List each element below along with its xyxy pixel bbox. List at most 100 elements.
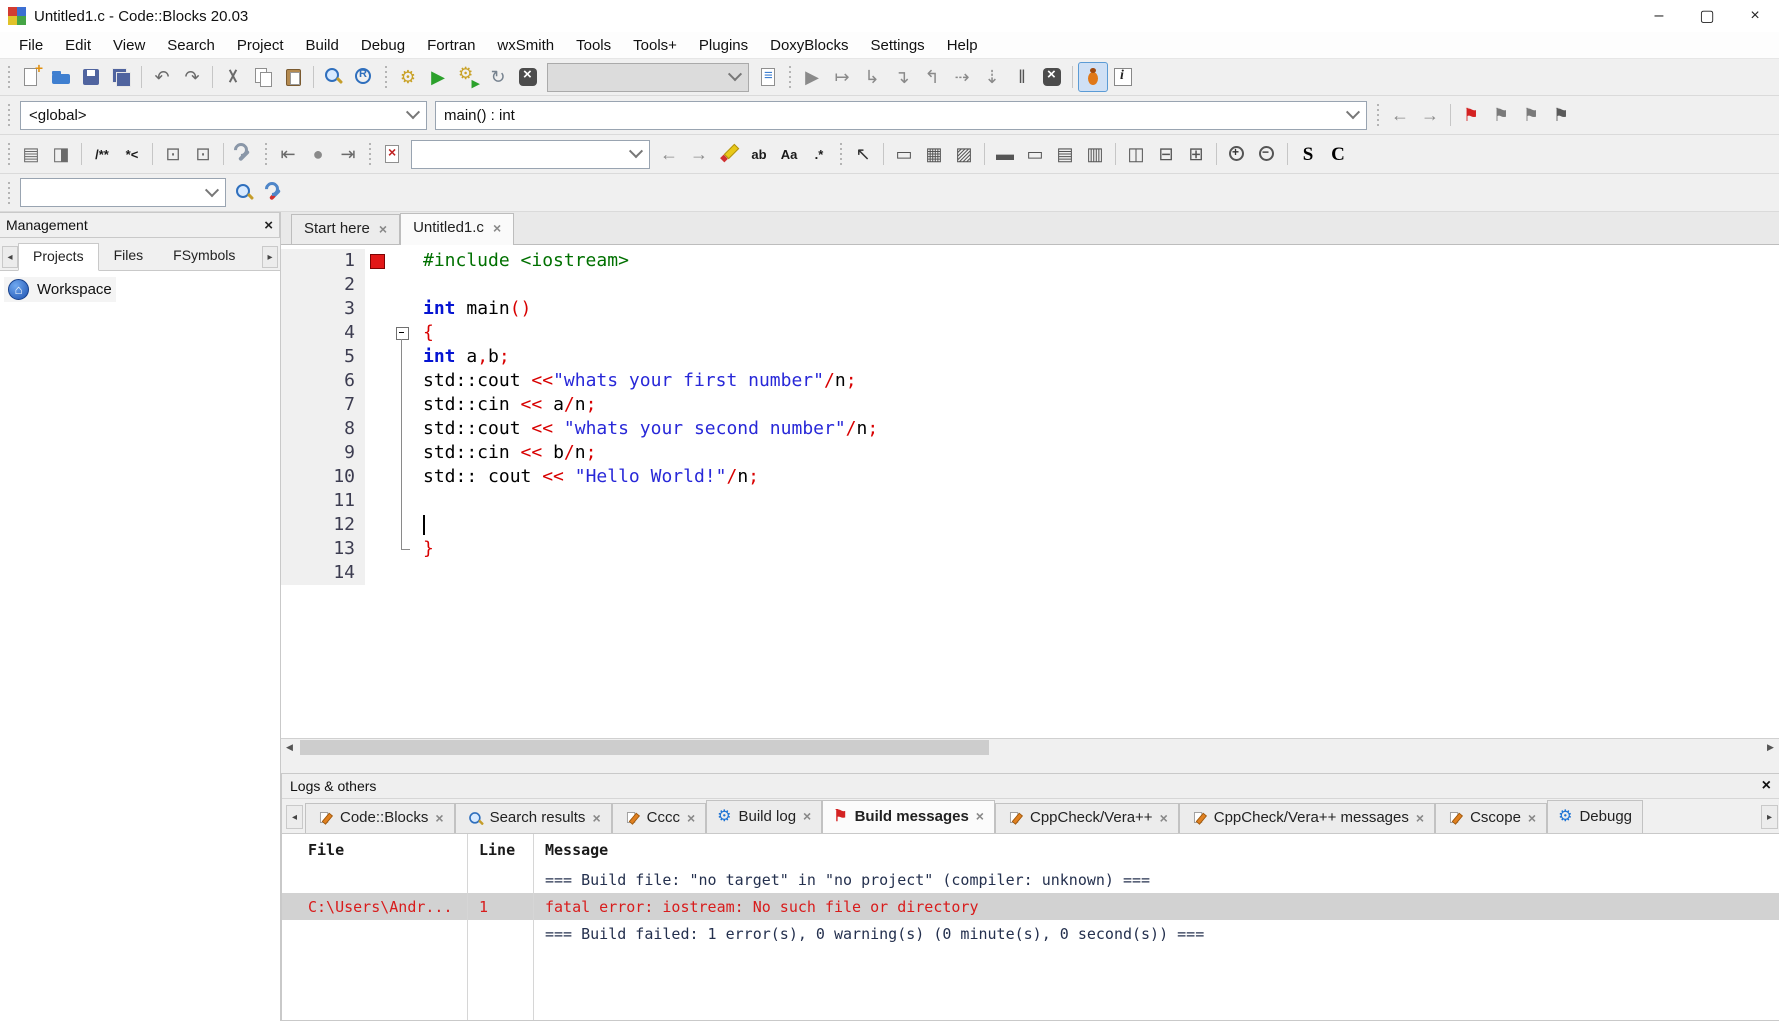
wx-show-sizers-button[interactable]: S [1293,139,1323,169]
zoom-out-button[interactable] [1252,139,1282,169]
match-whole-word-button[interactable]: ab [744,139,774,169]
incsearch-next-button[interactable]: → [684,139,714,169]
minimize-button[interactable]: – [1635,0,1683,32]
scroll-left-icon[interactable]: ◀ [281,739,298,756]
logs-tabs-scroll-left-icon[interactable]: ◂ [286,805,303,829]
fold-margin[interactable] [391,249,417,273]
column-header-message[interactable]: Message [533,841,1779,859]
thread-search-combo[interactable] [20,178,226,207]
menu-item-edit[interactable]: Edit [54,37,102,54]
code-line[interactable]: 1 #include <iostream> [281,249,1779,273]
breakpoint-icon[interactable] [370,254,385,269]
search-options-button[interactable] [260,178,290,208]
wx-combo-b-button[interactable]: ⊟ [1151,139,1181,169]
margin-marker-area[interactable] [365,345,391,369]
prev-bookmark-button[interactable]: ⚑ [1486,100,1516,130]
break-debugger-button[interactable]: ‖ [1007,62,1037,92]
redo-button[interactable]: ↷ [177,62,207,92]
toolbar-grip[interactable] [263,143,269,165]
wx-frame-c-button[interactable]: ▤ [1050,139,1080,169]
tab-close-icon[interactable]: × [1528,810,1536,826]
fold-margin[interactable] [391,297,417,321]
replace-button[interactable] [349,62,379,92]
tab-close-icon[interactable]: × [592,810,600,826]
fold-margin[interactable] [391,465,417,489]
scrollbar-thumb[interactable] [300,740,990,755]
toolbar-grip[interactable] [383,66,389,88]
toolbar-grip[interactable] [6,181,12,204]
undo-button[interactable]: ↶ [147,62,177,92]
browse-back-button[interactable]: ⇤ [273,139,303,169]
fold-margin[interactable] [391,273,417,297]
toolbar-grip[interactable] [367,143,373,165]
browse-forward-button[interactable]: ⇥ [333,139,363,169]
build-message-row[interactable]: C:\Users\Andr... 1 fatal error: iostream: … [282,893,1779,920]
column-divider[interactable] [467,834,468,1020]
logs-tab-cppcheck-vera-[interactable]: CppCheck/Vera++ × [994,803,1179,833]
margin-marker-area[interactable] [365,465,391,489]
fold-margin[interactable] [391,561,417,585]
toolbar-grip[interactable] [838,143,844,165]
clear-bookmarks-button[interactable]: ⚑ [1546,100,1576,130]
function-combo[interactable]: main() : int [435,100,1367,130]
stop-debugger-button[interactable] [1037,62,1067,92]
run-to-cursor-button[interactable]: ↦ [827,62,857,92]
wx-grid-button[interactable]: ▦ [919,139,949,169]
editor-tab-untitled1-c[interactable]: Untitled1.c × [400,213,515,245]
doxy-run-button[interactable]: ⊡ [158,139,188,169]
open-file-button[interactable] [46,62,76,92]
menu-item-build[interactable]: Build [295,37,350,54]
logs-tab-cccc[interactable]: Cccc × [611,803,707,833]
menu-item-plugins[interactable]: Plugins [688,37,759,54]
column-header-file[interactable]: File [282,841,467,859]
incsearch-combo[interactable] [411,139,650,169]
cut-button[interactable] [218,62,248,92]
margin-marker-area[interactable] [365,297,391,321]
fold-margin[interactable] [391,369,417,393]
wx-combo-a-button[interactable]: ◫ [1121,139,1151,169]
code-line[interactable]: 8 std::cout << "whats your second number"… [281,417,1779,441]
menu-item-help[interactable]: Help [936,37,989,54]
margin-marker-area[interactable] [365,561,391,585]
fold-margin[interactable] [391,537,417,561]
doxy-settings-button[interactable] [229,139,259,169]
menu-item-tools-[interactable]: Tools+ [622,37,688,54]
build-message-row[interactable]: === Build file: "no target" in "no proje… [282,866,1779,893]
fold-margin[interactable] [391,441,417,465]
toolbar-grip[interactable] [1375,104,1381,126]
step-into-instruction-button[interactable]: ⇣ [977,62,1007,92]
incsearch-highlight-button[interactable] [714,139,744,169]
tab-close-icon[interactable]: × [976,808,984,824]
horizontal-splitter[interactable] [281,756,1779,773]
fold-margin[interactable] [391,345,417,369]
code-line[interactable]: 14 [281,561,1779,585]
code-editor[interactable]: 1 #include <iostream> 2 3 int main() 4{5 int a… [281,244,1779,738]
fold-margin[interactable] [391,321,417,345]
menu-item-doxyblocks[interactable]: DoxyBlocks [759,37,859,54]
debug-continue-button[interactable]: ▶ [797,62,827,92]
build-button[interactable]: ⚙ [393,62,423,92]
margin-marker-area[interactable] [365,393,391,417]
wx-show-captions-button[interactable]: C [1323,139,1353,169]
logs-tab-build-messages[interactable]: ⚑ Build messages × [822,800,995,833]
code-line[interactable]: 5 int a,b; [281,345,1779,369]
class-browser-button[interactable]: ◨ [46,139,76,169]
build-message-row[interactable]: === Build failed: 1 error(s), 0 warning(… [282,920,1779,947]
management-tabs-scroll-right-icon[interactable]: ▸ [262,246,278,268]
fold-margin[interactable] [391,393,417,417]
save-all-button[interactable] [106,62,136,92]
menu-item-view[interactable]: View [102,37,156,54]
menu-item-search[interactable]: Search [156,37,226,54]
management-tab-projects[interactable]: Projects [18,243,99,271]
code-line[interactable]: 7 std::cin << a/n; [281,393,1779,417]
debugging-windows-button[interactable] [1078,62,1108,92]
maximize-button[interactable]: ▢ [1683,0,1731,32]
close-button[interactable]: × [1731,0,1779,32]
toolbar-grip[interactable] [6,66,12,88]
tab-close-icon[interactable]: × [493,220,501,236]
menu-item-fortran[interactable]: Fortran [416,37,486,54]
logs-close-icon[interactable]: × [1762,777,1771,795]
wx-frame-a-button[interactable]: ▬ [990,139,1020,169]
logs-tab-build-log[interactable]: ⚙ Build log × [706,800,823,833]
management-close-icon[interactable]: × [264,217,273,234]
